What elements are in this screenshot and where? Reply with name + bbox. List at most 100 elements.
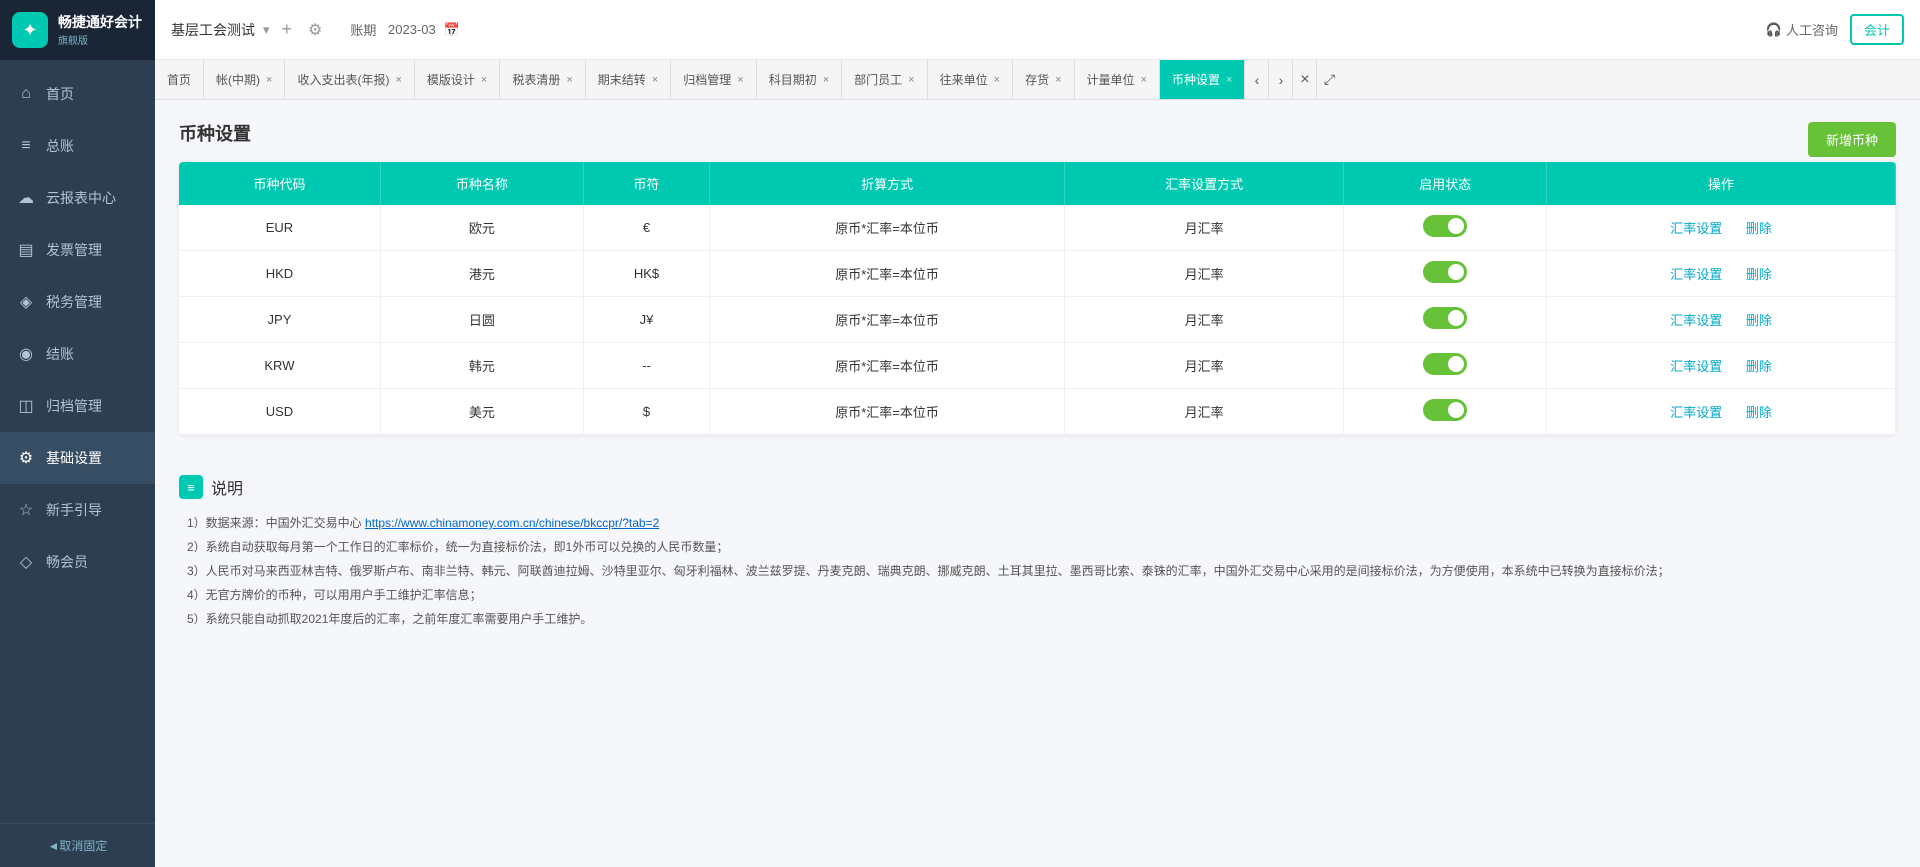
toggle-enabled[interactable] <box>1423 215 1467 237</box>
tab-close-all-button[interactable]: × <box>1293 60 1317 100</box>
customer-service-button[interactable]: 🎧 人工咨询 <box>1766 20 1838 39</box>
tab-partner[interactable]: 往来单位 × <box>928 60 1013 100</box>
tab-department[interactable]: 部门员工 × <box>842 60 927 100</box>
notes-section: ≡ 说明 1）数据来源：中国外汇交易中心 https://www.chinamo… <box>179 475 1896 631</box>
sidebar-item-archive[interactable]: ◫ 归档管理 <box>0 380 155 432</box>
sidebar-item-report[interactable]: ☁ 云报表中心 <box>0 172 155 224</box>
notes-item: 1）数据来源：中国外汇交易中心 https://www.chinamoney.c… <box>179 511 1896 535</box>
add-tab-button[interactable]: + <box>278 19 297 40</box>
cell-actions: 汇率设置 删除 <box>1547 389 1896 435</box>
tab-close-icon[interactable]: × <box>1226 74 1232 86</box>
sidebar-item-guide[interactable]: ☆ 新手引导 <box>0 484 155 536</box>
tab-mid-period[interactable]: 帐(中期) × <box>204 60 285 100</box>
guide-icon: ☆ <box>16 500 36 520</box>
cell-rate-type: 月汇率 <box>1064 251 1343 297</box>
cell-name: 美元 <box>380 389 583 435</box>
tab-tax-table[interactable]: 税表清册 × <box>500 60 585 100</box>
rate-setting-link[interactable]: 汇率设置 <box>1670 405 1722 420</box>
col-code: 币种代码 <box>179 162 380 205</box>
tab-expand-button[interactable]: ⤢ <box>1317 60 1341 100</box>
rate-setting-link[interactable]: 汇率设置 <box>1670 267 1722 282</box>
sidebar-item-member[interactable]: ◇ 畅会员 <box>0 536 155 588</box>
archive-icon: ◫ <box>16 396 36 416</box>
settings-icon: ⚙ <box>16 448 36 468</box>
col-action: 操作 <box>1547 162 1896 205</box>
tab-close-icon[interactable]: × <box>266 74 272 86</box>
tab-close-icon[interactable]: × <box>994 74 1000 86</box>
tab-home[interactable]: 首页 <box>155 60 204 100</box>
cell-calc: 原币*汇率=本位币 <box>710 343 1065 389</box>
delete-link[interactable]: 删除 <box>1746 313 1772 328</box>
tab-close-icon[interactable]: × <box>652 74 658 86</box>
cell-rate-type: 月汇率 <box>1064 343 1343 389</box>
notes-item: 4）无官方牌价的币种，可以用用户手工维护汇率信息； <box>179 583 1896 607</box>
tab-close-icon[interactable]: × <box>566 74 572 86</box>
cell-calc: 原币*汇率=本位币 <box>710 297 1065 343</box>
sidebar-item-invoice[interactable]: ▤ 发票管理 <box>0 224 155 276</box>
account-type-button[interactable]: 会计 <box>1850 14 1904 45</box>
table-row: EUR 欧元 € 原币*汇率=本位币 月汇率 汇率设置 删除 <box>179 205 1896 251</box>
notes-item: 2）系统自动获取每月第一个工作日的汇率标价，统一为直接标价法，即1外币可以兑换的… <box>179 535 1896 559</box>
tab-close-icon[interactable]: × <box>823 74 829 86</box>
tab-archive[interactable]: 归档管理 × <box>671 60 756 100</box>
tab-inventory[interactable]: 存货 × <box>1013 60 1074 100</box>
table-row: USD 美元 $ 原币*汇率=本位币 月汇率 汇率设置 删除 <box>179 389 1896 435</box>
tab-currency[interactable]: 币种设置 × <box>1160 60 1245 100</box>
col-rate-type: 汇率设置方式 <box>1064 162 1343 205</box>
rate-setting-link[interactable]: 汇率设置 <box>1670 221 1722 236</box>
cell-symbol: $ <box>583 389 709 435</box>
rate-setting-link[interactable]: 汇率设置 <box>1670 359 1722 374</box>
project-dropdown[interactable]: ▾ <box>263 22 270 38</box>
delete-link[interactable]: 删除 <box>1746 221 1772 236</box>
sidebar-item-home[interactable]: ⌂ 首页 <box>0 68 155 120</box>
tab-template[interactable]: 模版设计 × <box>415 60 500 100</box>
notes-list: 1）数据来源：中国外汇交易中心 https://www.chinamoney.c… <box>179 511 1896 631</box>
cell-code: HKD <box>179 251 380 297</box>
cell-rate-type: 月汇率 <box>1064 297 1343 343</box>
cloud-icon: ☁ <box>16 188 36 208</box>
tab-close-icon[interactable]: × <box>908 74 914 86</box>
cell-name: 欧元 <box>380 205 583 251</box>
sidebar-pin-toggle[interactable]: ◄取消固定 <box>0 823 155 867</box>
table-row: JPY 日圆 J¥ 原币*汇率=本位币 月汇率 汇率设置 删除 <box>179 297 1896 343</box>
notes-external-link[interactable]: https://www.chinamoney.com.cn/chinese/bk… <box>365 516 659 530</box>
toggle-enabled[interactable] <box>1423 307 1467 329</box>
cell-calc: 原币*汇率=本位币 <box>710 251 1065 297</box>
sidebar: ✦ 畅捷通好会计 旗舰版 ⌂ 首页 ≡ 总账 ☁ 云报表中心 ▤ 发票管理 ◈ … <box>0 0 155 867</box>
cell-name: 港元 <box>380 251 583 297</box>
tax-icon: ◈ <box>16 292 36 312</box>
cell-status <box>1344 205 1547 251</box>
cell-status <box>1344 251 1547 297</box>
tab-subject-init[interactable]: 科目期初 × <box>757 60 842 100</box>
sidebar-item-settings[interactable]: ⚙ 基础设置 <box>0 432 155 484</box>
tab-close-icon[interactable]: × <box>1141 74 1147 86</box>
delete-link[interactable]: 删除 <box>1746 267 1772 282</box>
toggle-enabled[interactable] <box>1423 261 1467 283</box>
tab-period-end[interactable]: 期末结转 × <box>586 60 671 100</box>
tabs-bar: 首页 帐(中期) × 收入支出表(年报) × 模版设计 × 税表清册 × 期末结… <box>155 60 1920 100</box>
notes-icon: ≡ <box>179 475 203 499</box>
tab-next-button[interactable]: › <box>1269 60 1293 100</box>
delete-link[interactable]: 删除 <box>1746 405 1772 420</box>
toggle-enabled[interactable] <box>1423 353 1467 375</box>
tab-close-icon[interactable]: × <box>1055 74 1061 86</box>
tab-close-icon[interactable]: × <box>737 74 743 86</box>
tab-annual-report[interactable]: 收入支出表(年报) × <box>285 60 414 100</box>
new-currency-button[interactable]: 新增币种 <box>1808 122 1896 157</box>
calendar-icon[interactable]: 📅 <box>444 22 460 38</box>
sidebar-item-checkout[interactable]: ◉ 结账 <box>0 328 155 380</box>
cell-symbol: J¥ <box>583 297 709 343</box>
delete-link[interactable]: 删除 <box>1746 359 1772 374</box>
tab-unit[interactable]: 计量单位 × <box>1075 60 1160 100</box>
tab-close-icon[interactable]: × <box>395 74 401 86</box>
rate-setting-link[interactable]: 汇率设置 <box>1670 313 1722 328</box>
sidebar-item-ledger[interactable]: ≡ 总账 <box>0 120 155 172</box>
tab-close-icon[interactable]: × <box>481 74 487 86</box>
toggle-enabled[interactable] <box>1423 399 1467 421</box>
settings-gear-icon[interactable]: ⚙ <box>304 20 326 40</box>
tab-prev-button[interactable]: ‹ <box>1245 60 1269 100</box>
cell-name: 日圆 <box>380 297 583 343</box>
sidebar-logo: ✦ 畅捷通好会计 旗舰版 <box>0 0 155 60</box>
logo-icon: ✦ <box>12 12 48 48</box>
sidebar-item-tax[interactable]: ◈ 税务管理 <box>0 276 155 328</box>
